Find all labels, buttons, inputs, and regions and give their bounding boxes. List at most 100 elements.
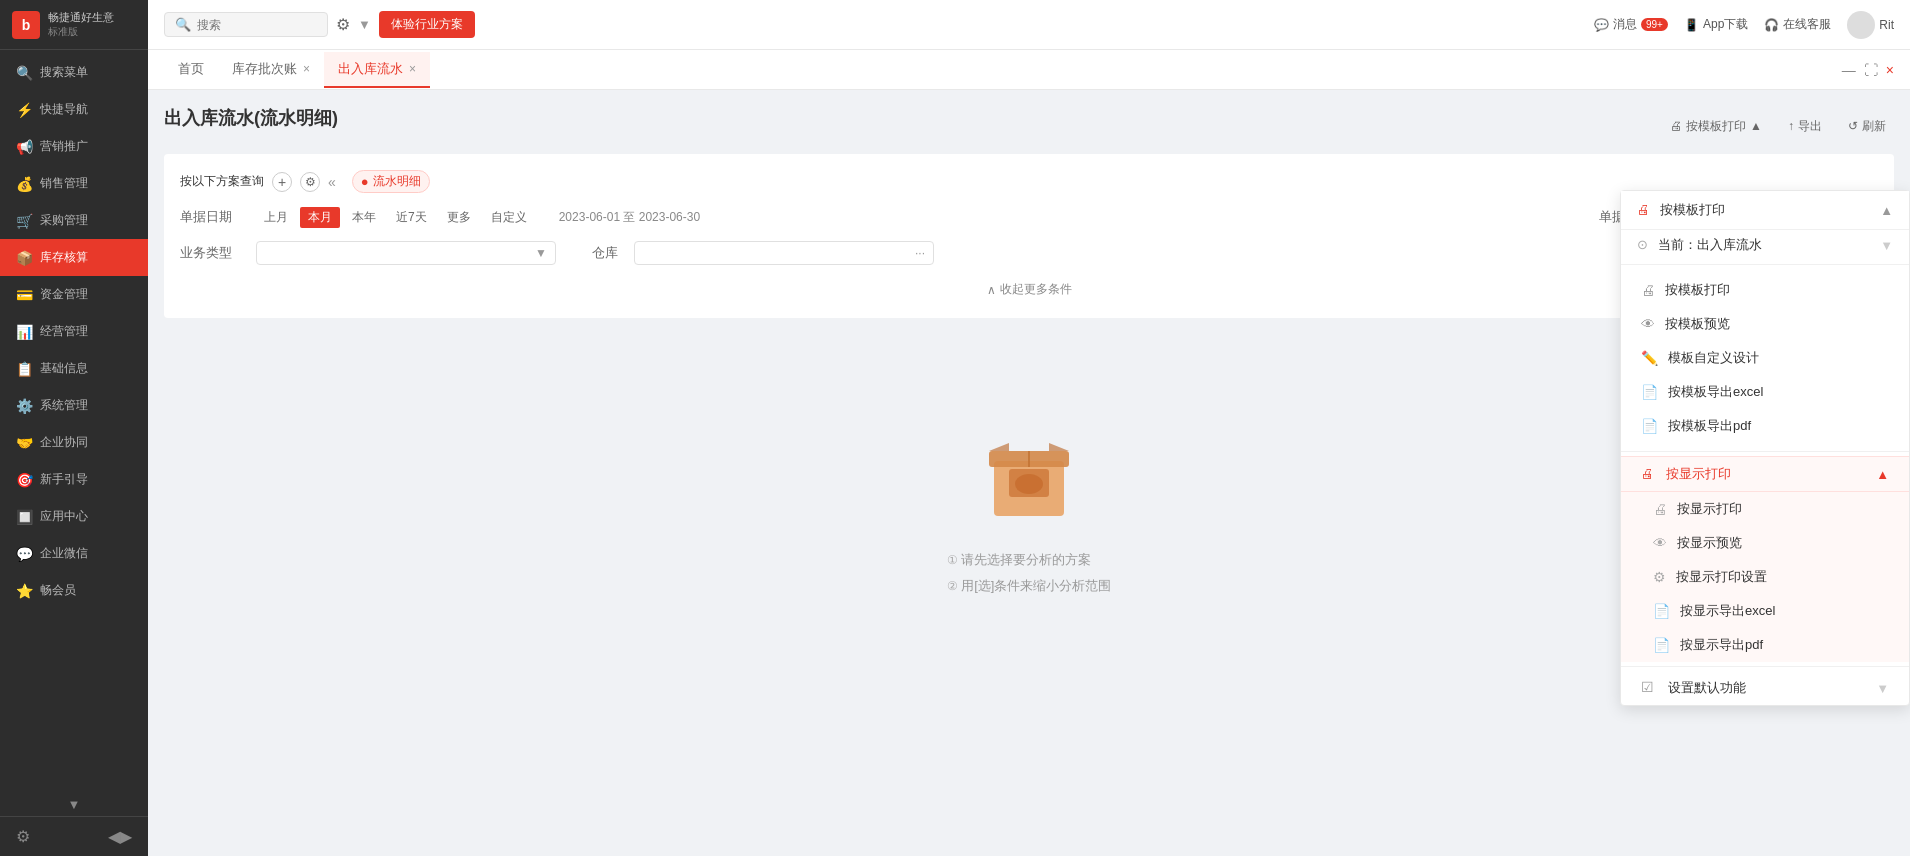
maximize-window-icon[interactable]: ⛶	[1864, 62, 1878, 78]
current-flow-label: 当前：出入库流水	[1658, 237, 1762, 252]
settings-footer-icon[interactable]: ⚙	[16, 827, 30, 846]
business-type-label: 业务类型	[180, 244, 240, 262]
tag-icon: ●	[361, 174, 369, 189]
template-custom-item[interactable]: ✏️ 模板自定义设计	[1621, 341, 1909, 375]
display-excel-icon: 📄	[1653, 603, 1670, 619]
sidebar-logo: b 畅捷通好生意 标准版	[0, 0, 148, 50]
date-tab-last-month[interactable]: 上月	[256, 207, 296, 228]
topbar-dropdown-arrow[interactable]: ▼	[358, 17, 371, 32]
app-download-action[interactable]: 📱 App下载	[1684, 16, 1748, 33]
date-tab-this-month[interactable]: 本月	[300, 207, 340, 228]
sidebar-item-search[interactable]: 🔍 搜索菜单	[0, 54, 148, 91]
display-section-arrow: ▲	[1876, 467, 1889, 482]
collapse-sidebar-icon[interactable]: ◀▶	[108, 827, 132, 846]
date-tabs: 上月 本月 本年 近7天 更多 自定义	[256, 207, 535, 228]
collapse-icon: ∧	[987, 283, 996, 297]
display-export-excel-item[interactable]: 📄 按显示导出excel	[1621, 594, 1909, 628]
purchase-icon: 🛒	[16, 213, 32, 229]
tab-batch[interactable]: 库存批次账 ×	[218, 52, 324, 88]
page-title: 出入库流水(流水明细)	[164, 106, 338, 130]
tab-batch-close[interactable]: ×	[303, 62, 310, 76]
date-filter-label: 单据日期	[180, 208, 240, 226]
sidebar-item-label: 应用中心	[40, 508, 88, 525]
template-export-pdf-label: 按模板导出pdf	[1668, 417, 1751, 435]
divider-2	[1621, 451, 1909, 452]
app-download-label: App下载	[1703, 16, 1748, 33]
dropdown-current-item[interactable]: ⊙ 当前：出入库流水 ▼	[1621, 230, 1909, 260]
close-window-icon[interactable]: ×	[1886, 62, 1894, 78]
sidebar-scroll-down[interactable]: ▼	[0, 793, 148, 816]
sidebar-item-label: 基础信息	[40, 360, 88, 377]
date-tab-this-year[interactable]: 本年	[344, 207, 384, 228]
display-export-pdf-item[interactable]: 📄 按显示导出pdf	[1621, 628, 1909, 662]
display-preview-item[interactable]: 👁 按显示预览	[1621, 526, 1909, 560]
print-template-button[interactable]: 🖨 按模板打印 ▲	[1662, 114, 1770, 139]
template-export-excel-label: 按模板导出excel	[1668, 383, 1763, 401]
template-preview-item[interactable]: 👁 按模板预览	[1621, 307, 1909, 341]
sidebar-item-marketing[interactable]: 📢 营销推广	[0, 128, 148, 165]
tab-flow-close[interactable]: ×	[409, 62, 416, 76]
template-export-pdf-item[interactable]: 📄 按模板导出pdf	[1621, 409, 1909, 443]
template-print-item[interactable]: 🖨 按模板打印	[1621, 273, 1909, 307]
display-print-section-title[interactable]: 🖨 按显示打印 ▲	[1621, 456, 1909, 491]
set-default-item[interactable]: ☑ 设置默认功能 ▼	[1621, 671, 1909, 705]
display-print-settings-item[interactable]: ⚙ 按显示打印设置	[1621, 560, 1909, 594]
sidebar-item-label: 销售管理	[40, 175, 88, 192]
refresh-label: 刷新	[1862, 118, 1886, 135]
online-service-action[interactable]: 🎧 在线客服	[1764, 16, 1831, 33]
warehouse-select[interactable]: ···	[634, 241, 934, 265]
minimize-window-icon[interactable]: —	[1842, 62, 1856, 78]
template-preview-label: 按模板预览	[1665, 315, 1730, 333]
filter-settings-button[interactable]: ⚙	[300, 172, 320, 192]
user-avatar	[1847, 11, 1875, 39]
search-input[interactable]	[197, 18, 317, 32]
divider-3	[1621, 666, 1909, 667]
sidebar-item-system[interactable]: ⚙️ 系统管理	[0, 387, 148, 424]
filter-collapse-icon[interactable]: «	[328, 174, 336, 190]
sidebar-item-sales[interactable]: 💰 销售管理	[0, 165, 148, 202]
sidebar-item-cooperation[interactable]: 🤝 企业协同	[0, 424, 148, 461]
filter-tag-item: ● 流水明细	[352, 170, 430, 193]
sidebar-item-apps[interactable]: 🔲 应用中心	[0, 498, 148, 535]
date-tab-last-7[interactable]: 近7天	[388, 207, 435, 228]
sidebar-item-quick-nav[interactable]: ⚡ 快捷导航	[0, 91, 148, 128]
tab-flow[interactable]: 出入库流水 ×	[324, 52, 430, 88]
export-button[interactable]: ↑ 导出	[1780, 114, 1830, 139]
tab-home[interactable]: 首页	[164, 52, 218, 88]
display-print-item[interactable]: 🖨 按显示打印	[1621, 492, 1909, 526]
trial-industry-button[interactable]: 体验行业方案	[379, 11, 475, 38]
sidebar-item-inventory[interactable]: 📦 库存核算	[0, 239, 148, 276]
print-dropdown-arrow: ▲	[1750, 119, 1762, 133]
topbar-left: 🔍 ⚙ ▼ 体验行业方案	[164, 11, 475, 38]
refresh-button[interactable]: ↺ 刷新	[1840, 114, 1894, 139]
sidebar-item-guide[interactable]: 🎯 新手引导	[0, 461, 148, 498]
template-section: 🖨 按模板打印 👁 按模板预览 ✏️ 模板自定义设计 📄 按模板导出excel …	[1621, 269, 1909, 447]
sidebar-nav: 🔍 搜索菜单 ⚡ 快捷导航 📢 营销推广 💰 销售管理 🛒 采购管理 📦 库存核…	[0, 50, 148, 793]
display-print-label: 按显示打印	[1677, 500, 1742, 518]
refresh-icon: ↺	[1848, 119, 1858, 133]
dropdown-title: 按模板打印	[1660, 202, 1725, 217]
headset-icon: 🎧	[1764, 18, 1779, 32]
sidebar-item-purchase[interactable]: 🛒 采购管理	[0, 202, 148, 239]
sidebar-item-basic[interactable]: 📋 基础信息	[0, 350, 148, 387]
sidebar-item-member[interactable]: ⭐ 畅会员	[0, 572, 148, 609]
message-action[interactable]: 💬 消息 99+	[1594, 16, 1668, 33]
display-pdf-icon: 📄	[1653, 637, 1670, 653]
filter-add-button[interactable]: +	[272, 172, 292, 192]
user-profile[interactable]: Rit	[1847, 11, 1894, 39]
date-tab-custom[interactable]: 自定义	[483, 207, 535, 228]
date-range-display: 2023-06-01 至 2023-06-30	[559, 209, 700, 226]
dropdown-close-chevron[interactable]: ▲	[1880, 203, 1893, 218]
business-type-select[interactable]: ▼	[256, 241, 556, 265]
svg-marker-5	[989, 443, 1009, 451]
settings-gear-icon[interactable]: ⚙	[336, 15, 350, 34]
sidebar-item-finance[interactable]: 💳 资金管理	[0, 276, 148, 313]
date-tab-more[interactable]: 更多	[439, 207, 479, 228]
cooperation-icon: 🤝	[16, 435, 32, 451]
topbar-search-wrapper[interactable]: 🔍	[164, 12, 328, 37]
sidebar-item-wechat[interactable]: 💬 企业微信	[0, 535, 148, 572]
template-export-excel-item[interactable]: 📄 按模板导出excel	[1621, 375, 1909, 409]
print-icon: 🖨	[1670, 119, 1682, 133]
collapse-label: 收起更多条件	[1000, 281, 1072, 298]
sidebar-item-operation[interactable]: 📊 经营管理	[0, 313, 148, 350]
